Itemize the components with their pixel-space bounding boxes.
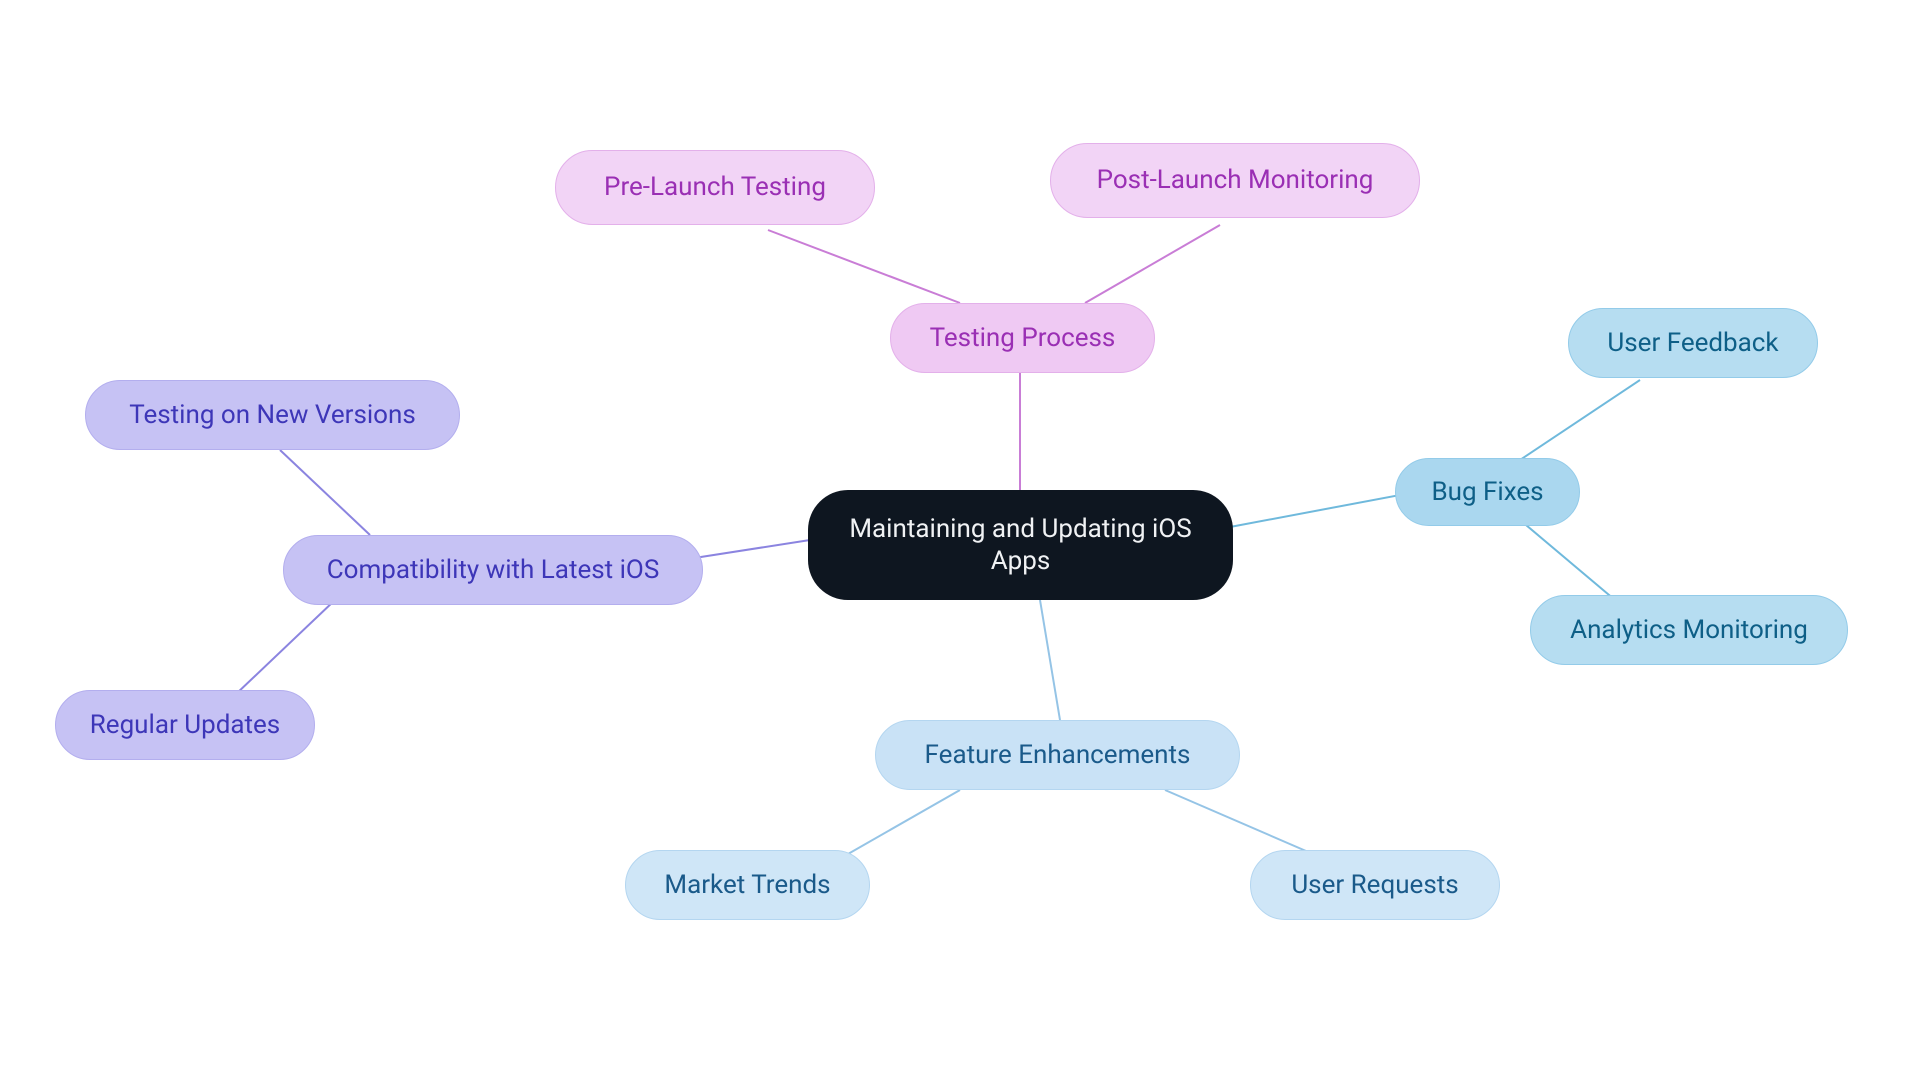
leaf-user-feedback[interactable]: User Feedback <box>1568 308 1818 378</box>
leaf-pre-launch-testing[interactable]: Pre-Launch Testing <box>555 150 875 225</box>
leaf-pre-launch-label: Pre-Launch Testing <box>604 171 826 204</box>
leaf-post-launch-monitoring[interactable]: Post-Launch Monitoring <box>1050 143 1420 218</box>
branch-compat-label: Compatibility with Latest iOS <box>327 554 660 587</box>
leaf-testing-new-label: Testing on New Versions <box>129 399 416 432</box>
branch-testing[interactable]: Testing Process <box>890 303 1155 373</box>
leaf-user-feedback-label: User Feedback <box>1607 327 1778 360</box>
leaf-regular-updates[interactable]: Regular Updates <box>55 690 315 760</box>
branch-features-label: Feature Enhancements <box>925 739 1191 772</box>
center-label: Maintaining and Updating iOS Apps <box>836 513 1205 578</box>
leaf-market-trends-label: Market Trends <box>664 869 830 902</box>
leaf-regular-updates-label: Regular Updates <box>90 709 280 742</box>
leaf-analytics-label: Analytics Monitoring <box>1570 614 1808 647</box>
branch-bugs[interactable]: Bug Fixes <box>1395 458 1580 526</box>
leaf-post-launch-label: Post-Launch Monitoring <box>1097 164 1374 197</box>
leaf-analytics-monitoring[interactable]: Analytics Monitoring <box>1530 595 1848 665</box>
leaf-user-requests[interactable]: User Requests <box>1250 850 1500 920</box>
mindmap-canvas: Maintaining and Updating iOS Apps Testin… <box>0 0 1920 1083</box>
branch-bugs-label: Bug Fixes <box>1431 476 1543 509</box>
leaf-market-trends[interactable]: Market Trends <box>625 850 870 920</box>
center-node[interactable]: Maintaining and Updating iOS Apps <box>808 490 1233 600</box>
branch-features[interactable]: Feature Enhancements <box>875 720 1240 790</box>
leaf-testing-new-versions[interactable]: Testing on New Versions <box>85 380 460 450</box>
branch-testing-label: Testing Process <box>930 322 1116 355</box>
branch-compat[interactable]: Compatibility with Latest iOS <box>283 535 703 605</box>
leaf-user-requests-label: User Requests <box>1291 869 1458 902</box>
